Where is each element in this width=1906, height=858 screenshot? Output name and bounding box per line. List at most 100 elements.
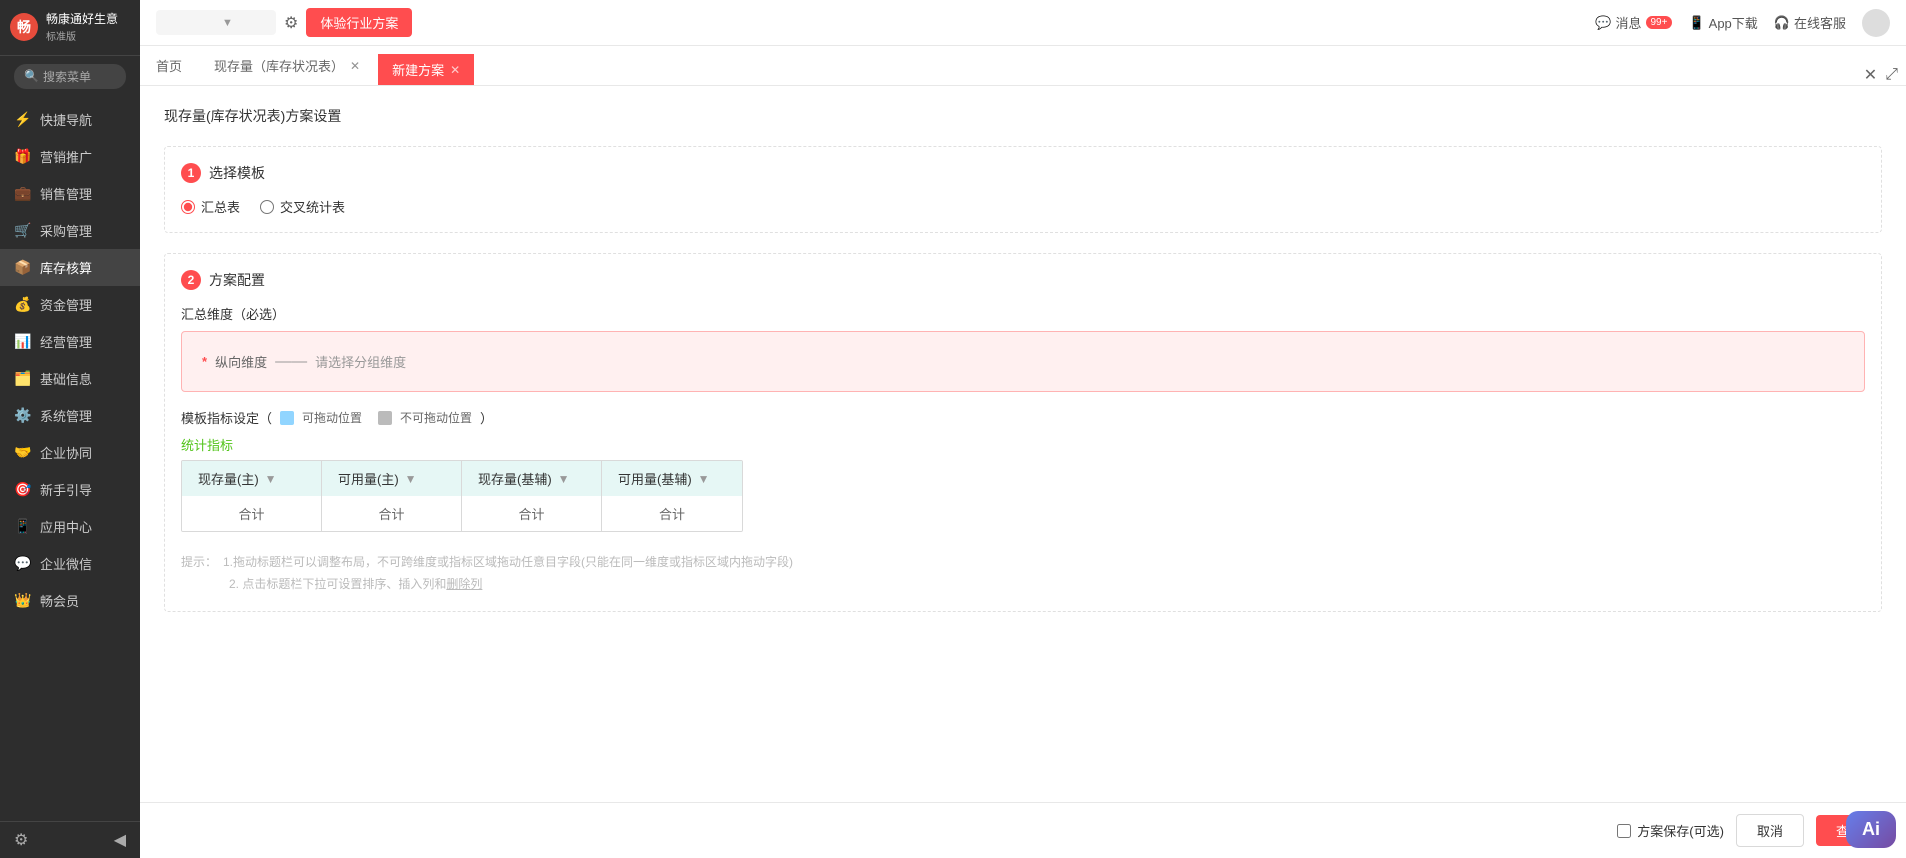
sidebar-item-label: 库存核算 xyxy=(40,258,92,277)
header-search-placeholder xyxy=(166,14,214,31)
online-service-label: 在线客服 xyxy=(1794,13,1846,32)
app-download-label: App下载 xyxy=(1709,13,1758,32)
stats-section: 统计指标 现存量(主) ▼ 可用量(主) ▼ xyxy=(181,435,1865,532)
col-chevron-1[interactable]: ▼ xyxy=(405,472,417,486)
wechat-icon: 💬 xyxy=(14,554,32,572)
sales-icon: 💼 xyxy=(14,184,32,202)
content-area: 现存量(库存状况表)方案设置 1 选择模板 汇总表 交叉统计表 xyxy=(140,86,1906,858)
step2-section: 2 方案配置 汇总维度（必选） * 纵向维度 —— 请选择分组维度 xyxy=(164,253,1882,612)
dimension-arrow: —— xyxy=(275,353,307,371)
contract-icon: 🤝 xyxy=(14,443,32,461)
header-left: ▼ ⚙ 体验行业方案 xyxy=(156,8,412,37)
tab-bar-right: ✕ ⤢ xyxy=(1864,65,1906,85)
draggable-label: 可拖动位置 xyxy=(302,409,362,426)
sidebar-bottom: ⚙ ◀ xyxy=(0,821,140,858)
tab-new-plan[interactable]: 新建方案 ✕ xyxy=(378,54,474,85)
operation-icon: 📊 xyxy=(14,332,32,350)
marketing-icon: 🎁 xyxy=(14,147,32,165)
sidebar-item-member[interactable]: 👑 畅会员 xyxy=(0,582,140,619)
app-download-btn[interactable]: 📱 App下载 xyxy=(1688,13,1757,32)
required-star: * xyxy=(202,354,207,369)
radio-cross[interactable]: 交叉统计表 xyxy=(260,197,345,216)
sidebar-item-wechat[interactable]: 💬 企业微信 xyxy=(0,545,140,582)
col-header-3: 可用量(基辅) ▼ xyxy=(602,461,742,496)
sidebar-item-finance[interactable]: 💰 资金管理 xyxy=(0,286,140,323)
purchase-icon: 🛒 xyxy=(14,221,32,239)
col-label-2: 现存量(基辅) xyxy=(478,469,552,488)
sidebar-item-marketing[interactable]: 🎁 营销推广 xyxy=(0,138,140,175)
tab-inventory-close-icon[interactable]: ✕ xyxy=(350,59,360,73)
radio-cross-label: 交叉统计表 xyxy=(280,197,345,216)
step2-title: 方案配置 xyxy=(209,270,265,290)
basic-icon: 🗂️ xyxy=(14,369,32,387)
header-right: 💬 消息 99+ 📱 App下载 🎧 在线客服 xyxy=(1595,9,1890,37)
sidebar-item-label: 销售管理 xyxy=(40,184,92,203)
tip-2: 2. 点击标题栏下拉可设置排序、插入列和删除列 xyxy=(181,574,1865,596)
sidebar-item-shortcut[interactable]: ⚡ 快捷导航 xyxy=(0,101,140,138)
sidebar-item-sales[interactable]: 💼 销售管理 xyxy=(0,175,140,212)
sidebar-search-box[interactable]: 🔍 搜索菜单 xyxy=(14,64,126,89)
sidebar-logo: 畅 畅康通好生意 标准版 xyxy=(0,0,140,56)
sidebar-item-system[interactable]: ⚙️ 系统管理 xyxy=(0,397,140,434)
save-checkbox[interactable] xyxy=(1617,824,1631,838)
top-header: ▼ ⚙ 体验行业方案 💬 消息 99+ 📱 App下载 🎧 在线客服 xyxy=(140,0,1906,46)
sidebar-search-area[interactable]: 🔍 搜索菜单 xyxy=(0,56,140,97)
gear-icon[interactable]: ⚙ xyxy=(284,13,298,33)
radio-cross-input[interactable] xyxy=(260,200,274,214)
dimension-placeholder[interactable]: 请选择分组维度 xyxy=(315,352,406,371)
delete-col-link[interactable]: 删除列 xyxy=(446,577,482,591)
expand-icon[interactable]: ⤢ xyxy=(1885,66,1898,84)
col-label-0: 现存量(主) xyxy=(198,469,259,488)
step1-num: 1 xyxy=(181,163,201,183)
close-panel-icon[interactable]: ✕ xyxy=(1864,65,1877,85)
tab-new-close-icon[interactable]: ✕ xyxy=(450,63,460,77)
tab-home-label: 首页 xyxy=(156,56,182,75)
sidebar-item-label: 企业微信 xyxy=(40,554,92,573)
dimension-field-name: 纵向维度 xyxy=(215,352,267,371)
col-chevron-3[interactable]: ▼ xyxy=(698,472,710,486)
sidebar-item-inventory[interactable]: 📦 库存核算 xyxy=(0,249,140,286)
main-area: ▼ ⚙ 体验行业方案 💬 消息 99+ 📱 App下载 🎧 在线客服 首页 xyxy=(140,0,1906,858)
headset-icon: 🎧 xyxy=(1774,15,1790,31)
tab-home[interactable]: 首页 xyxy=(140,48,198,85)
tip-1: 提示： 1.拖动标题栏可以调整布局，不可跨维度或指标区域拖动任意目字段(只能在同… xyxy=(181,552,1865,574)
collapse-icon[interactable]: ◀ xyxy=(114,830,126,850)
sidebar-item-purchase[interactable]: 🛒 采购管理 xyxy=(0,212,140,249)
col-chevron-2[interactable]: ▼ xyxy=(558,472,570,486)
sidebar-search-label: 搜索菜单 xyxy=(43,68,91,85)
sidebar-item-label: 快捷导航 xyxy=(40,110,92,129)
online-service-btn[interactable]: 🎧 在线客服 xyxy=(1774,13,1846,32)
step1-header: 1 选择模板 xyxy=(181,163,1865,183)
col-header-0: 现存量(主) ▼ xyxy=(182,461,322,496)
trial-btn[interactable]: 体验行业方案 xyxy=(306,8,412,37)
col-chevron-0[interactable]: ▼ xyxy=(265,472,277,486)
sidebar: 畅 畅康通好生意 标准版 🔍 搜索菜单 ⚡ 快捷导航 🎁 营销推广 💼 销售管理… xyxy=(0,0,140,858)
user-avatar[interactable] xyxy=(1862,9,1890,37)
nondraggable-badge xyxy=(378,411,392,425)
radio-summary[interactable]: 汇总表 xyxy=(181,197,240,216)
sidebar-item-label: 新手引导 xyxy=(40,480,92,499)
radio-summary-input[interactable] xyxy=(181,200,195,214)
sidebar-item-contract[interactable]: 🤝 企业协同 xyxy=(0,434,140,471)
sidebar-item-label: 经营管理 xyxy=(40,332,92,351)
sidebar-item-appstore[interactable]: 📱 应用中心 xyxy=(0,508,140,545)
template-radio-group: 汇总表 交叉统计表 xyxy=(181,197,1865,216)
sidebar-item-basic[interactable]: 🗂️ 基础信息 xyxy=(0,360,140,397)
col-header-1: 可用量(主) ▼ xyxy=(322,461,462,496)
dimension-required-area[interactable]: * 纵向维度 —— 请选择分组维度 xyxy=(181,331,1865,392)
page-title: 现存量(库存状况表)方案设置 xyxy=(164,106,1882,126)
app-name: 畅康通好生意 xyxy=(46,12,118,28)
logo-icon: 畅 xyxy=(10,13,38,41)
cancel-button[interactable]: 取消 xyxy=(1736,814,1804,847)
sidebar-item-guide[interactable]: 🎯 新手引导 xyxy=(0,471,140,508)
settings-icon[interactable]: ⚙ xyxy=(14,830,28,850)
sidebar-item-operation[interactable]: 📊 经营管理 xyxy=(0,323,140,360)
tab-inventory-status[interactable]: 现存量（库存状况表） ✕ xyxy=(198,48,376,85)
draggable-badge xyxy=(280,411,294,425)
message-btn[interactable]: 💬 消息 99+ xyxy=(1595,13,1672,32)
ai-bubble[interactable]: Ai xyxy=(1846,811,1896,848)
header-search-box[interactable]: ▼ xyxy=(156,10,276,35)
sidebar-nav: ⚡ 快捷导航 🎁 营销推广 💼 销售管理 🛒 采购管理 📦 库存核算 💰 资金管… xyxy=(0,97,140,821)
app-subtitle: 标准版 xyxy=(46,28,118,43)
tab-inventory-label: 现存量（库存状况表） xyxy=(214,56,344,75)
